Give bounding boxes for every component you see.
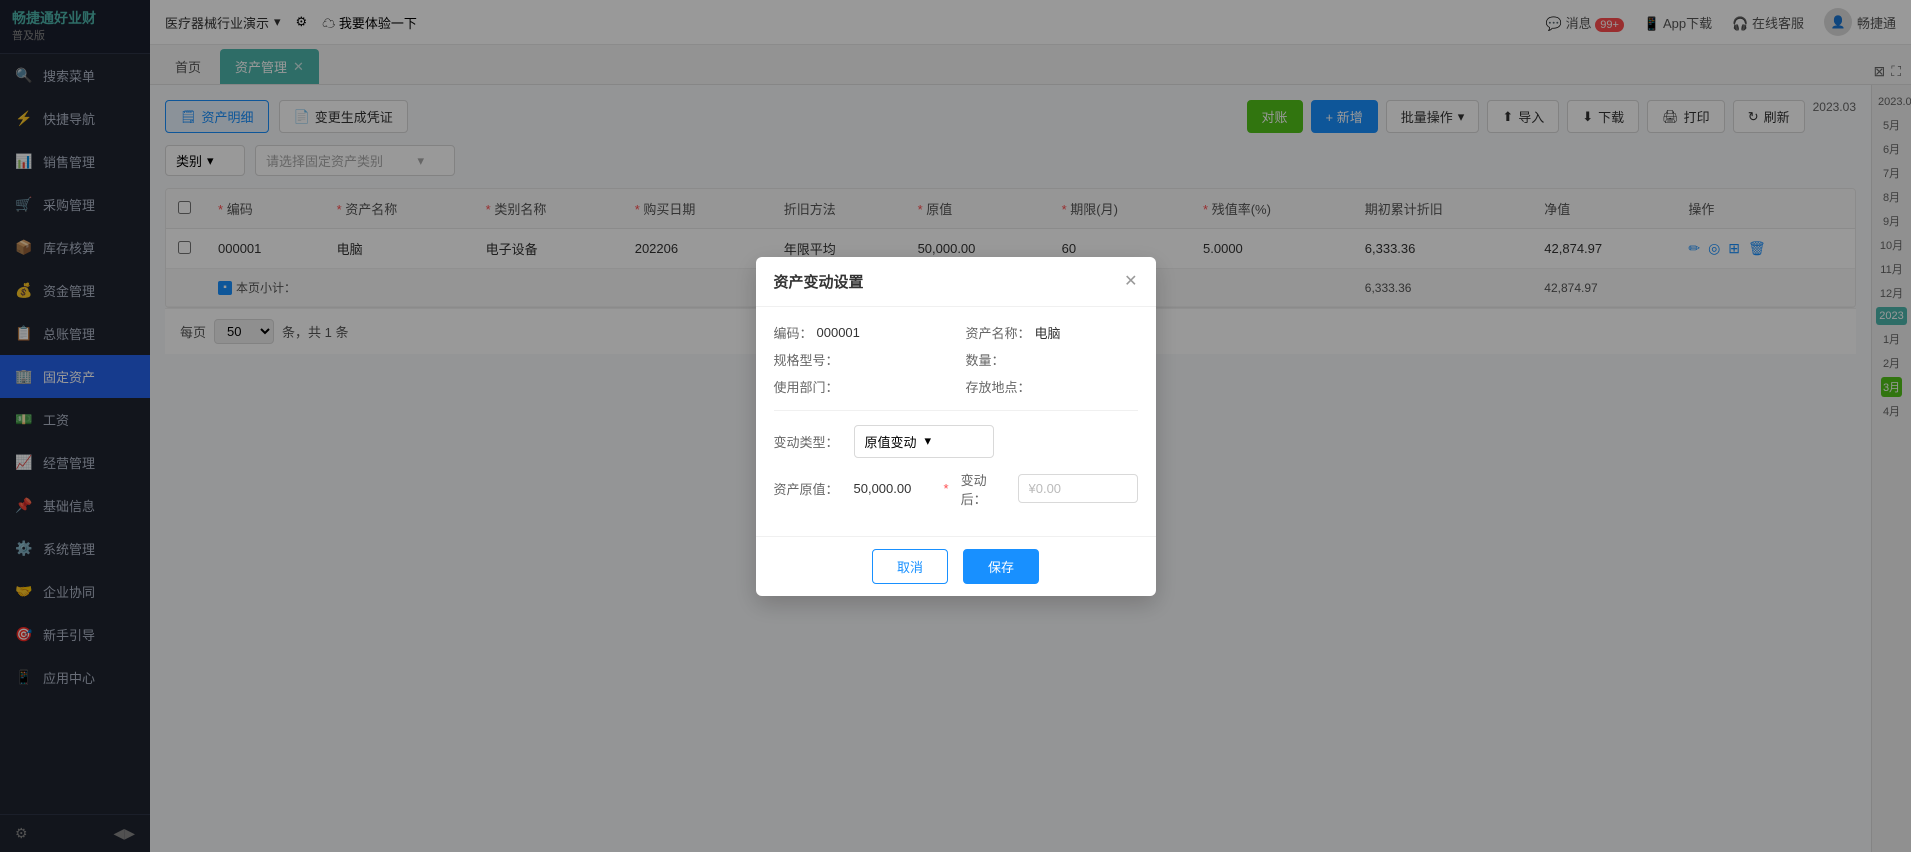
cancel-btn[interactable]: 取消 xyxy=(872,549,948,584)
dialog-code-row: 编码： 000001 xyxy=(774,323,946,342)
dialog-info: 编码： 000001 资产名称： 电脑 规格型号： 数量： 使用部门： xyxy=(774,323,1138,396)
dialog-location-row: 存放地点： xyxy=(966,377,1138,396)
dialog-footer: 取消 保存 xyxy=(756,536,1156,596)
change-type-label: 变动类型： xyxy=(774,432,844,451)
asset-value-display: 50,000.00 xyxy=(854,481,934,496)
dialog-body: 编码： 000001 资产名称： 电脑 规格型号： 数量： 使用部门： xyxy=(756,307,1156,536)
asset-value-label: 资产原值： xyxy=(774,479,844,498)
spec-label: 规格型号： xyxy=(774,350,839,369)
code-label: 编码： xyxy=(774,323,813,342)
dialog-title: 资产变动设置 xyxy=(774,271,864,292)
asset-change-dialog: 资产变动设置 ✕ 编码： 000001 资产名称： 电脑 规格型号： 数量： xyxy=(756,257,1156,596)
after-label: 变动后： xyxy=(961,470,1008,508)
after-value-input[interactable] xyxy=(1018,474,1138,503)
dialog-asset-name-row: 资产名称： 电脑 xyxy=(966,323,1138,342)
dialog-overlay: 资产变动设置 ✕ 编码： 000001 资产名称： 电脑 规格型号： 数量： xyxy=(0,0,1911,852)
location-label: 存放地点： xyxy=(966,377,1031,396)
change-type-row: 变动类型： 原值变动 ▾ xyxy=(774,425,1138,458)
dialog-divider xyxy=(774,410,1138,411)
asset-value-row: 资产原值： 50,000.00 * 变动后： xyxy=(774,470,1138,508)
change-type-select[interactable]: 原值变动 ▾ xyxy=(854,425,994,458)
asset-name-value: 电脑 xyxy=(1035,323,1061,342)
code-value: 000001 xyxy=(817,325,860,340)
asset-name-label: 资产名称： xyxy=(966,323,1031,342)
required-star: * xyxy=(944,481,949,496)
dialog-spec-row: 规格型号： xyxy=(774,350,946,369)
dialog-header: 资产变动设置 ✕ xyxy=(756,257,1156,307)
dialog-quantity-row: 数量： xyxy=(966,350,1138,369)
dialog-close-btn[interactable]: ✕ xyxy=(1124,271,1137,291)
save-btn[interactable]: 保存 xyxy=(963,549,1039,584)
dialog-dept-row: 使用部门： xyxy=(774,377,946,396)
change-type-value: 原值变动 xyxy=(865,432,917,451)
change-type-dropdown-icon: ▾ xyxy=(925,433,932,449)
dept-label: 使用部门： xyxy=(774,377,839,396)
quantity-label: 数量： xyxy=(966,350,1005,369)
